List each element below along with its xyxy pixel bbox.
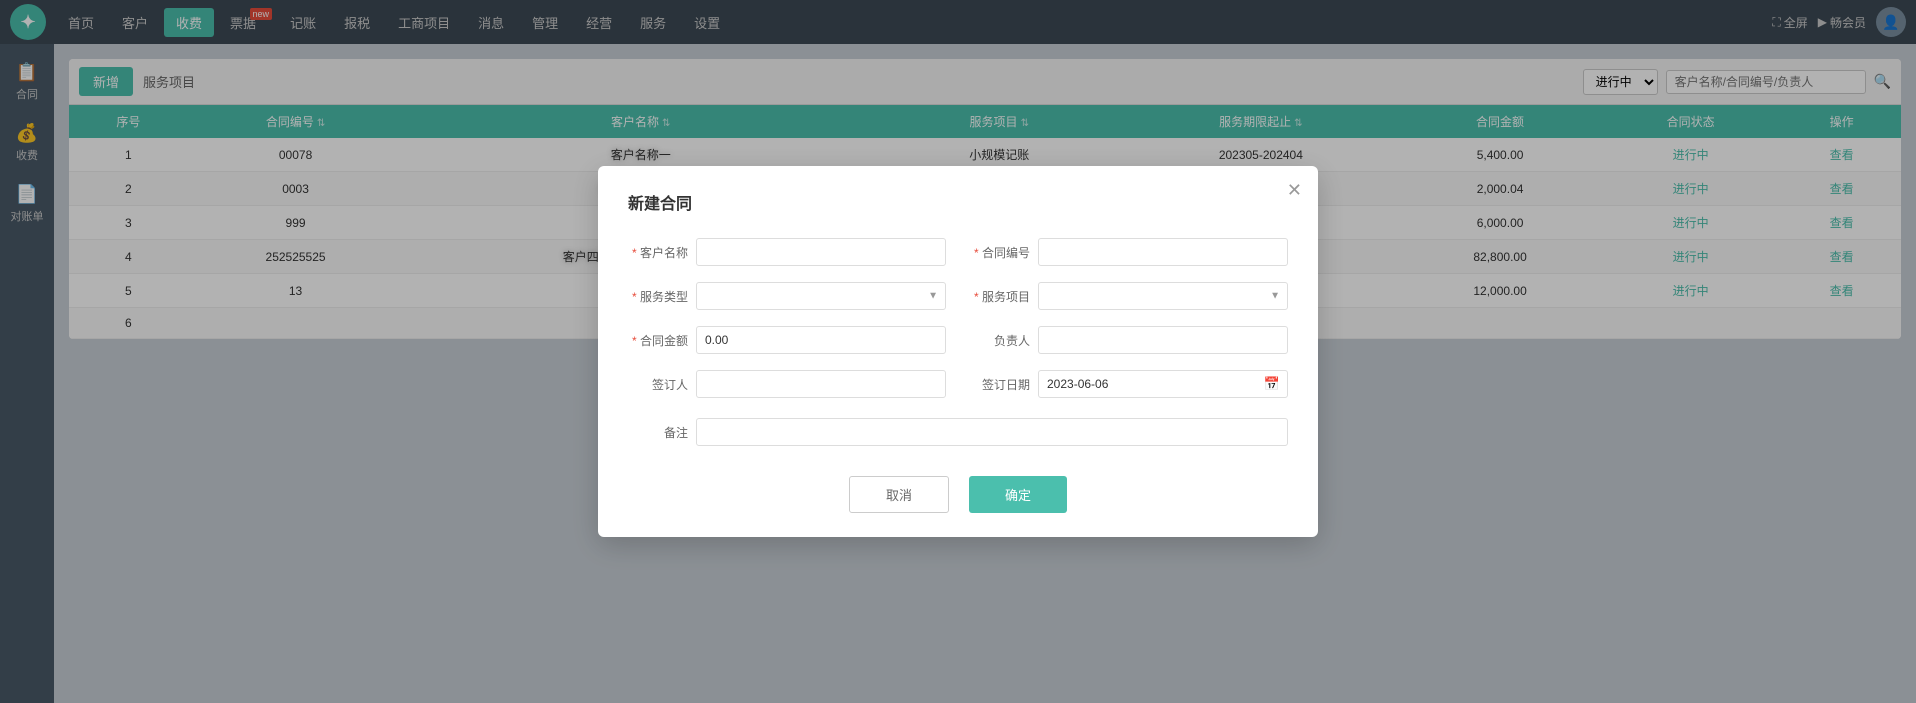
form-grid: 客户名称 合同编号 服务类型 ▼ — [628, 238, 1288, 398]
form-row-customer-name: 客户名称 — [628, 238, 946, 266]
dialog-close-button[interactable]: ✕ — [1287, 180, 1302, 201]
form-row-remark: 备注 — [628, 418, 1288, 446]
contract-no-input[interactable] — [1038, 238, 1288, 266]
sign-date-label: 签订日期 — [970, 376, 1030, 393]
dialog-title: 新建合同 — [628, 190, 1288, 214]
form-row-responsible: 负责人 — [970, 326, 1288, 354]
amount-input[interactable] — [696, 326, 946, 354]
responsible-label: 负责人 — [970, 332, 1030, 349]
customer-name-input[interactable] — [696, 238, 946, 266]
sign-date-wrapper: 📅 — [1038, 370, 1288, 398]
service-item-select[interactable] — [1038, 282, 1288, 310]
form-row-service-item: 服务项目 ▼ — [970, 282, 1288, 310]
signer-label: 签订人 — [628, 376, 688, 393]
remark-label: 备注 — [628, 424, 688, 441]
cancel-button[interactable]: 取消 — [849, 476, 949, 513]
main-layout: 📋 合同 💰 收费 📄 对账单 新增 服务项目 进行中 已终止 全部 — [0, 44, 1916, 703]
form-row-sign-date: 签订日期 📅 — [970, 370, 1288, 398]
form-row-amount: 合同金额 — [628, 326, 946, 354]
form-row-contract-no: 合同编号 — [970, 238, 1288, 266]
service-type-label: 服务类型 — [628, 288, 688, 305]
customer-name-label: 客户名称 — [628, 244, 688, 261]
dialog-footer: 取消 确定 — [628, 476, 1288, 513]
new-contract-dialog: 新建合同 ✕ 客户名称 合同编号 服务类型 — [598, 166, 1318, 537]
confirm-button[interactable]: 确定 — [969, 476, 1067, 513]
remark-input[interactable] — [696, 418, 1288, 446]
service-item-select-wrapper: ▼ — [1038, 282, 1288, 310]
contract-no-label: 合同编号 — [970, 244, 1030, 261]
form-row-signer: 签订人 — [628, 370, 946, 398]
service-type-select[interactable] — [696, 282, 946, 310]
amount-label: 合同金额 — [628, 332, 688, 349]
dialog-overlay: 新建合同 ✕ 客户名称 合同编号 服务类型 — [54, 44, 1916, 703]
signer-input[interactable] — [696, 370, 946, 398]
responsible-input[interactable] — [1038, 326, 1288, 354]
form-row-service-type: 服务类型 ▼ — [628, 282, 946, 310]
service-type-select-wrapper: ▼ — [696, 282, 946, 310]
content-area: 新增 服务项目 进行中 已终止 全部 🔍 序号 合同编号 — [54, 44, 1916, 703]
sign-date-input[interactable] — [1038, 370, 1288, 398]
service-item-label: 服务项目 — [970, 288, 1030, 305]
